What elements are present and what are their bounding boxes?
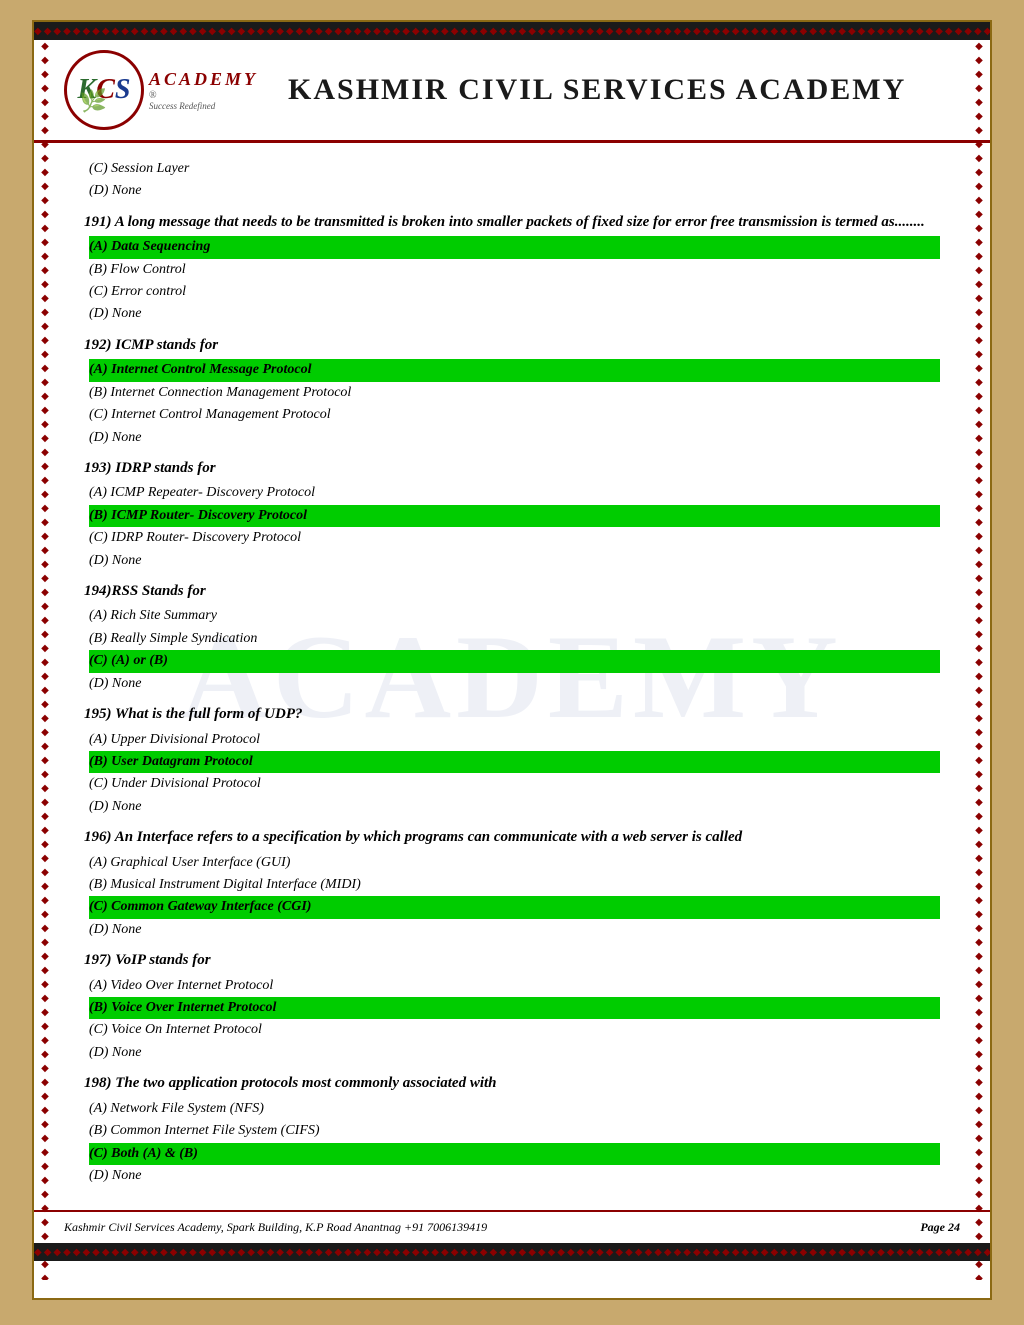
qa-item-191: 191) A long message that needs to be tra…: [84, 211, 940, 326]
option-194-1: (B) Really Simple Syndication: [89, 628, 940, 650]
option-191-0: (A) Data Sequencing: [89, 236, 940, 258]
option-197-3: (D) None: [89, 1042, 940, 1064]
option-197-0: (A) Video Over Internet Protocol: [89, 975, 940, 997]
option-195-0: (A) Upper Divisional Protocol: [89, 729, 940, 751]
footer-text: Kashmir Civil Services Academy, Spark Bu…: [64, 1220, 487, 1235]
letter-s: S: [115, 74, 131, 105]
option-192-3: (D) None: [89, 427, 940, 449]
logo-area: 🌿 KCS ACADEMY® Success Redefined: [64, 50, 258, 130]
option-191-1: (B) Flow Control: [89, 259, 940, 281]
option-195-3: (D) None: [89, 796, 940, 818]
option-198-2: (C) Both (A) & (B): [89, 1143, 940, 1165]
question-text-192: 192) ICMP stands for: [84, 334, 940, 357]
page: 🌿 KCS ACADEMY® Success Redefined KASHMIR…: [32, 20, 992, 1300]
option-197-1: (B) Voice Over Internet Protocol: [89, 997, 940, 1019]
bottom-border: [34, 1243, 990, 1261]
success-text: Success Redefined: [149, 101, 215, 111]
option-191-2: (C) Error control: [89, 281, 940, 303]
questions-container: 191) A long message that needs to be tra…: [84, 211, 940, 1188]
option-198-3: (D) None: [89, 1165, 940, 1187]
option-193-2: (C) IDRP Router- Discovery Protocol: [89, 527, 940, 549]
option-193-3: (D) None: [89, 550, 940, 572]
option-196-2: (C) Common Gateway Interface (CGI): [89, 896, 940, 918]
option-197-2: (C) Voice On Internet Protocol: [89, 1019, 940, 1041]
question-text-191: 191) A long message that needs to be tra…: [84, 211, 940, 234]
option-198-1: (B) Common Internet File System (CIFS): [89, 1120, 940, 1142]
registered-mark: ®: [149, 90, 157, 101]
logo-circle: 🌿 KCS: [64, 50, 144, 130]
option-196-0: (A) Graphical User Interface (GUI): [89, 852, 940, 874]
qa-item-195: 195) What is the full form of UDP? (A) Up…: [84, 703, 940, 818]
intro-options: (C) Session Layer (D) None: [84, 158, 940, 203]
question-text-195: 195) What is the full form of UDP?: [84, 703, 940, 726]
question-text-198: 198) The two application protocols most …: [84, 1072, 940, 1095]
header: 🌿 KCS ACADEMY® Success Redefined KASHMIR…: [34, 40, 990, 143]
option-194-0: (A) Rich Site Summary: [89, 605, 940, 627]
option-194-2: (C) (A) or (B): [89, 650, 940, 672]
academy-text-block: ACADEMY® Success Redefined: [149, 69, 258, 111]
qa-item-193: 193) IDRP stands for(A) ICMP Repeater- D…: [84, 457, 940, 572]
question-text-196: 196) An Interface refers to a specificat…: [84, 826, 940, 849]
top-border: [34, 22, 990, 40]
header-title: KASHMIR CIVIL SERVICES ACADEMY: [288, 73, 906, 107]
intro-option-c: (C) Session Layer: [89, 158, 940, 180]
qa-item-194: 194)RSS Stands for(A) Rich Site Summary(…: [84, 580, 940, 695]
footer-page: Page 24: [920, 1220, 960, 1235]
qa-item-197: 197) VoIP stands for (A) Video Over Inter…: [84, 949, 940, 1064]
option-195-2: (C) Under Divisional Protocol: [89, 773, 940, 795]
option-192-2: (C) Internet Control Management Protocol: [89, 404, 940, 426]
question-text-197: 197) VoIP stands for: [84, 949, 940, 972]
question-text-194: 194)RSS Stands for: [84, 580, 940, 603]
intro-option-d: (D) None: [89, 180, 940, 202]
content: ACADEMY (C) Session Layer (D) None 191) …: [34, 143, 990, 1210]
qa-item-192: 192) ICMP stands for(A) Internet Control…: [84, 334, 940, 449]
qa-section: (C) Session Layer (D) None 191) A long m…: [84, 158, 940, 1187]
option-193-1: (B) ICMP Router- Discovery Protocol: [89, 505, 940, 527]
option-192-1: (B) Internet Connection Management Proto…: [89, 382, 940, 404]
question-text-193: 193) IDRP stands for: [84, 457, 940, 480]
qa-item-196: 196) An Interface refers to a specificat…: [84, 826, 940, 941]
option-198-0: (A) Network File System (NFS): [89, 1098, 940, 1120]
option-191-3: (D) None: [89, 303, 940, 325]
option-195-1: (B) User Datagram Protocol: [89, 751, 940, 773]
academy-label: ACADEMY: [149, 69, 258, 90]
footer-bar: Kashmir Civil Services Academy, Spark Bu…: [34, 1210, 990, 1243]
option-193-0: (A) ICMP Repeater- Discovery Protocol: [89, 482, 940, 504]
option-196-1: (B) Musical Instrument Digital Interface…: [89, 874, 940, 896]
option-192-0: (A) Internet Control Message Protocol: [89, 359, 940, 381]
option-196-3: (D) None: [89, 919, 940, 941]
qa-item-198: 198) The two application protocols most …: [84, 1072, 940, 1187]
option-194-3: (D) None: [89, 673, 940, 695]
